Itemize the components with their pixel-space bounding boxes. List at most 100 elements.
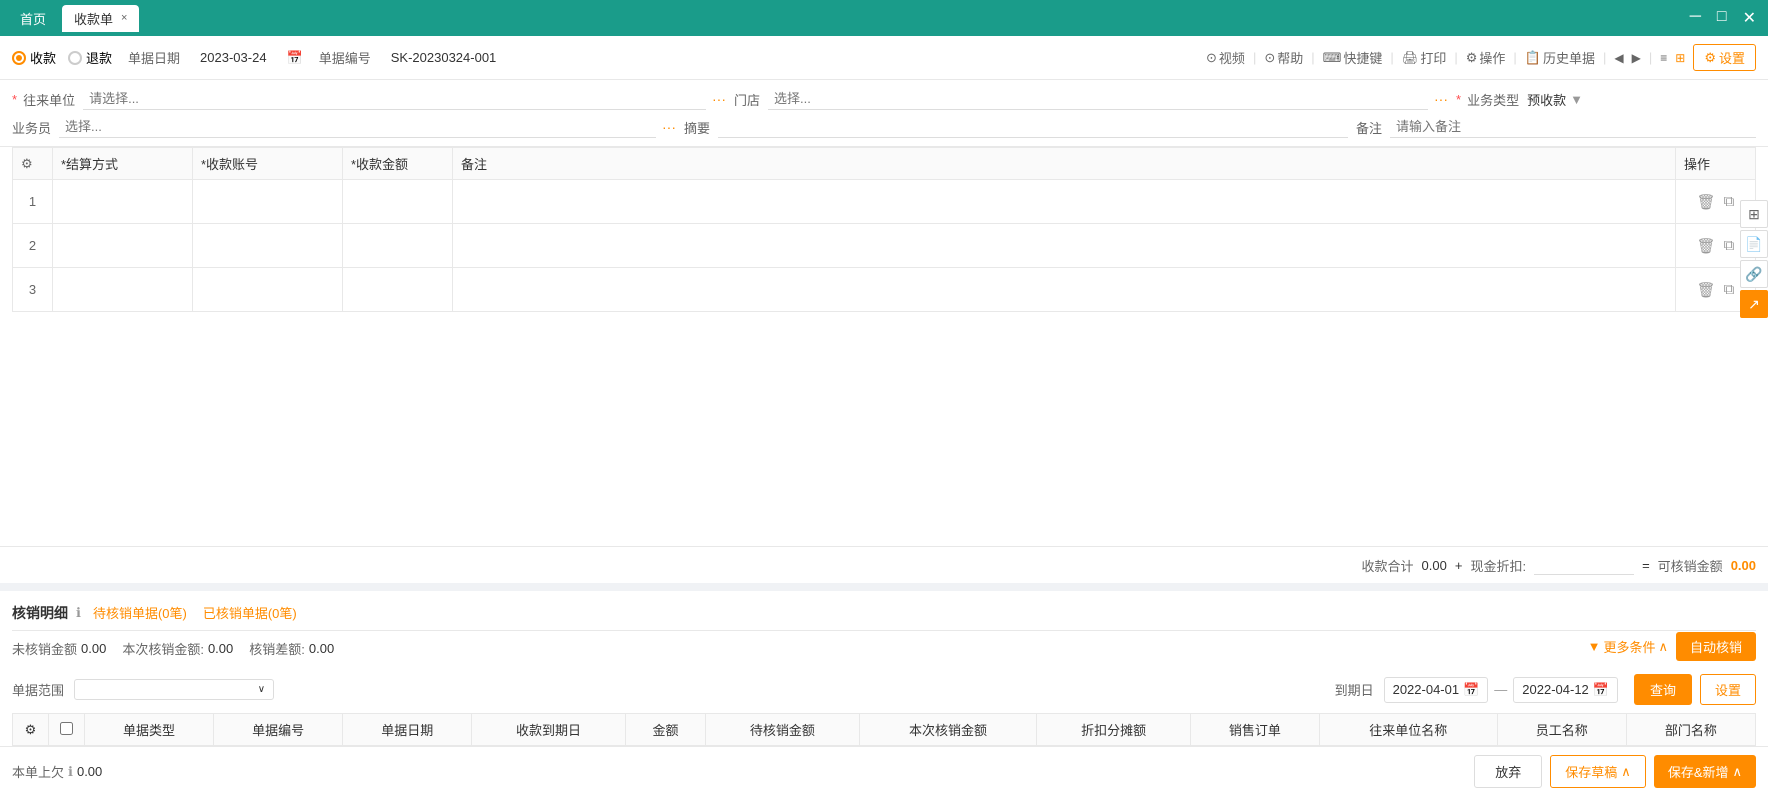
row-settle-2[interactable]: [53, 224, 193, 268]
right-btn-table[interactable]: ⊞: [1740, 200, 1768, 228]
copy-icon-1[interactable]: ⧉: [1724, 193, 1735, 210]
video-link[interactable]: ⊙ 视频: [1206, 48, 1245, 67]
row-settle-1[interactable]: [53, 180, 193, 224]
grid-view[interactable]: ⊞: [1675, 51, 1685, 65]
right-btn-active[interactable]: ↗: [1740, 290, 1768, 318]
radio-income[interactable]: 收款: [12, 48, 56, 67]
row-num-2: 2: [13, 224, 53, 268]
delete-icon-3[interactable]: 🗑: [1697, 281, 1716, 299]
summary-input[interactable]: [718, 116, 1348, 138]
sep2: |: [1311, 50, 1314, 65]
row-account-2[interactable]: [193, 224, 343, 268]
row-settle-3[interactable]: [53, 268, 193, 312]
row-note-2[interactable]: [453, 224, 1676, 268]
store-input[interactable]: [768, 88, 1428, 110]
auto-verify-button[interactable]: 自动核销: [1676, 632, 1756, 661]
row-amount-2[interactable]: [343, 224, 453, 268]
from-unit-group: * 往来单位 ···: [12, 88, 726, 110]
bottom-settings-button[interactable]: 设置: [1700, 674, 1756, 705]
calendar-icon[interactable]: 📅: [287, 50, 303, 66]
right-btn-link[interactable]: 🔗: [1740, 260, 1768, 288]
close-btn[interactable]: ✕: [1739, 8, 1760, 28]
tab-active-label: 收款单: [74, 9, 113, 28]
help-icon: ⊙: [1264, 50, 1275, 66]
settings-label: 设置: [1719, 48, 1745, 67]
shortcut-link[interactable]: ⌨ 快捷键: [1323, 48, 1383, 67]
query-button[interactable]: 查询: [1634, 674, 1692, 705]
row-account-3[interactable]: [193, 268, 343, 312]
row-amount-3[interactable]: [343, 268, 453, 312]
th-doc-date: 单据日期: [343, 714, 472, 746]
hexiao-done-tab[interactable]: 已核销单据(0笔): [199, 601, 301, 624]
hexiao-pending-tab[interactable]: 待核销单据(0笔): [89, 601, 191, 624]
maximize-btn[interactable]: □: [1713, 8, 1731, 28]
delete-icon-2[interactable]: 🗑: [1697, 237, 1716, 255]
gear-icon[interactable]: ⚙: [21, 156, 33, 171]
current-value: 0.00: [208, 641, 233, 656]
right-btn-doc[interactable]: 📄: [1740, 230, 1768, 258]
toolbar-actions: ⊙ 视频 | ⊙ 帮助 | ⌨ 快捷键 | 🖨 打印 | ⚙ 操作: [1206, 44, 1756, 71]
date-from-wrapper[interactable]: 2022-04-01 📅: [1384, 677, 1489, 703]
radio-refund[interactable]: 退款: [68, 48, 112, 67]
minimize-btn[interactable]: ─: [1686, 8, 1705, 28]
bottom-table: ⚙ 单据类型 单据编号 单据日期 收款到期日 金额 待核销金额 本次核销金额 折…: [12, 713, 1756, 746]
delete-icon-1[interactable]: 🗑: [1697, 193, 1716, 211]
store-more[interactable]: ···: [1434, 91, 1448, 107]
discount-input[interactable]: [1534, 555, 1634, 575]
cal-to-icon[interactable]: 📅: [1593, 682, 1609, 698]
th-action: 操作: [1676, 148, 1756, 180]
info-icon-footer[interactable]: ℹ: [68, 764, 73, 780]
biz-type-select[interactable]: 预收款 ▼: [1527, 90, 1583, 109]
remark-input[interactable]: [1390, 116, 1756, 138]
copy-icon-3[interactable]: ⧉: [1724, 281, 1735, 298]
cal-from-icon[interactable]: 📅: [1463, 682, 1479, 698]
th-gear[interactable]: ⚙: [13, 148, 53, 180]
save-new-button[interactable]: 保存&新增 ∧: [1654, 755, 1756, 788]
row-note-1[interactable]: [453, 180, 1676, 224]
store-label: 门店: [734, 90, 760, 109]
staff-group: 业务员 ···: [12, 116, 676, 138]
date-from-value: 2022-04-01: [1393, 682, 1460, 697]
date-label: 单据日期: [128, 48, 180, 67]
remark-group: 备注: [1356, 116, 1756, 138]
help-link[interactable]: ⊙ 帮助: [1264, 48, 1303, 67]
date-to-wrapper[interactable]: 2022-04-12 📅: [1513, 677, 1618, 703]
table-section: ⚙ *结算方式 *收款账号 *收款金额 备注 操作: [0, 147, 1768, 546]
gear-bottom-icon[interactable]: ⚙: [25, 722, 37, 737]
range-select[interactable]: ∨: [74, 679, 274, 700]
more-conditions-btn[interactable]: ▼ 更多条件 ∧: [1588, 637, 1668, 656]
row-num-1: 1: [13, 180, 53, 224]
from-unit-more[interactable]: ···: [712, 91, 726, 107]
ops-link[interactable]: ⚙ 操作: [1466, 48, 1506, 67]
th-this-verify: 本次核销金额: [859, 714, 1037, 746]
row-note-3[interactable]: [453, 268, 1676, 312]
list-view[interactable]: ≡: [1660, 51, 1667, 65]
row-amount-1[interactable]: [343, 180, 453, 224]
info-icon[interactable]: ℹ: [76, 605, 81, 621]
settings-button[interactable]: ⚙ 设置: [1693, 44, 1756, 71]
print-link[interactable]: 🖨 打印: [1402, 48, 1447, 67]
store-group: 门店 ···: [734, 88, 1448, 110]
staff-label: 业务员: [12, 118, 51, 137]
nav-next[interactable]: ▶: [1632, 51, 1641, 65]
tab-close-icon[interactable]: ×: [121, 12, 127, 24]
gear-icon: ⚙: [1704, 50, 1716, 66]
staff-input[interactable]: [59, 116, 656, 138]
th-account: *收款账号: [193, 148, 343, 180]
tab-home[interactable]: 首页: [8, 5, 58, 32]
history-link[interactable]: 📋 历史单据: [1525, 48, 1595, 67]
copy-icon-2[interactable]: ⧉: [1724, 237, 1735, 254]
draft-button[interactable]: 保存草稿 ∧: [1550, 755, 1646, 788]
row-account-1[interactable]: [193, 180, 343, 224]
select-all-checkbox[interactable]: [60, 722, 73, 735]
unverified-label: 未核销金额: [12, 639, 77, 658]
sep6: |: [1603, 50, 1606, 65]
from-unit-input[interactable]: [83, 88, 706, 110]
nav-prev[interactable]: ◀: [1614, 51, 1623, 65]
th-gear-bottom[interactable]: ⚙: [13, 714, 49, 746]
staff-more[interactable]: ···: [662, 119, 676, 135]
th-checkbox[interactable]: [49, 714, 85, 746]
discard-button[interactable]: 放弃: [1474, 755, 1542, 788]
table-row: 2 🗑 ⧉: [13, 224, 1756, 268]
tab-active[interactable]: 收款单 ×: [62, 5, 139, 32]
